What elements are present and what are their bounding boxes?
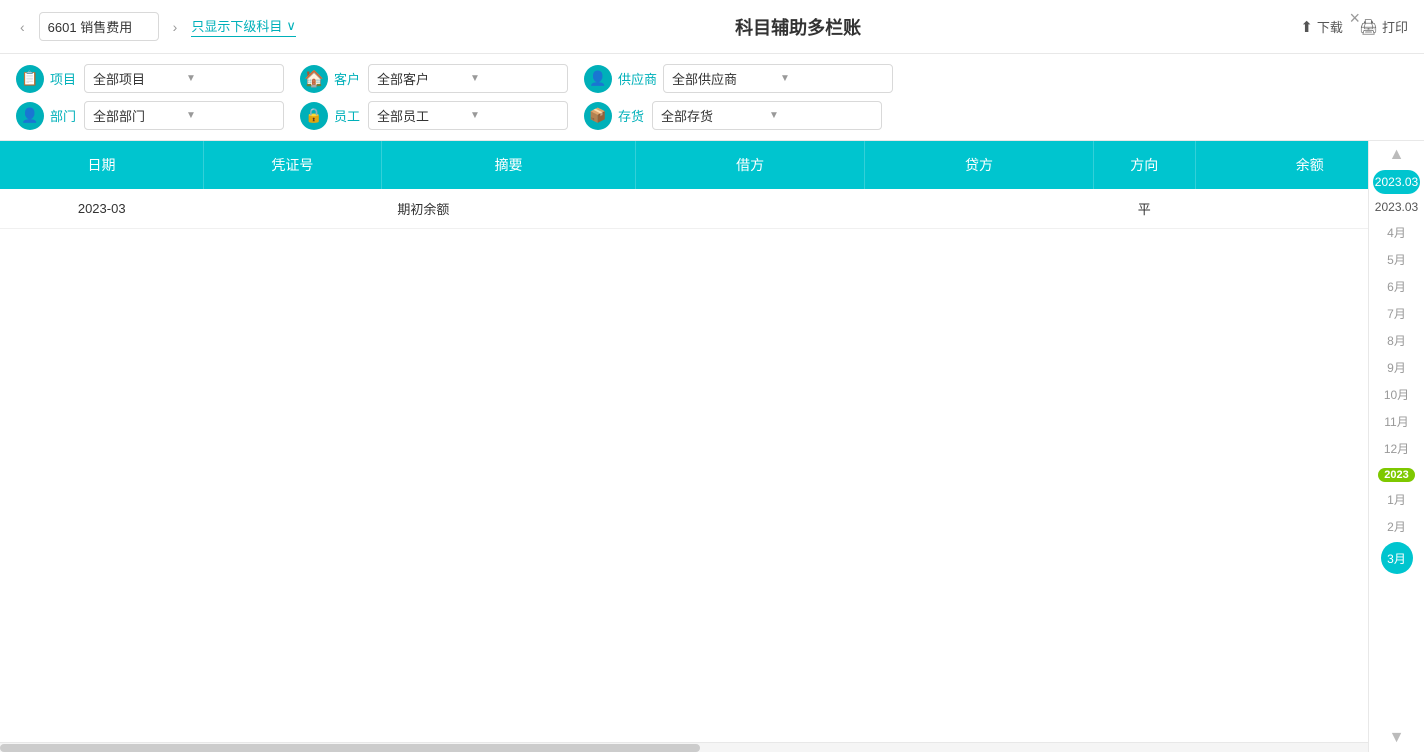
inventory-icon: 📦 <box>584 102 612 130</box>
timeline-item-2023-03-plain[interactable]: 2023.03 <box>1369 195 1424 219</box>
table-row[interactable]: 2023-03 期初余额 平 <box>0 189 1424 229</box>
timeline-year-badge[interactable]: 2023 <box>1369 462 1424 486</box>
filter-item-project: 📋 项目 全部项目 ▼ <box>16 64 284 93</box>
inventory-label: 存货 <box>618 106 646 125</box>
cell-summary: 期初余额 <box>381 189 635 229</box>
next-account-button[interactable]: › <box>169 17 182 37</box>
filter-item-customer: 🏠 客户 全部客户 ▼ <box>300 64 568 93</box>
show-sub-button[interactable]: 只显示下级科目 ∨ <box>191 16 296 37</box>
print-icon: 🖨 <box>1359 18 1378 36</box>
filter-item-employee: 🔒 员工 全部员工 ▼ <box>300 101 568 130</box>
department-label: 部门 <box>50 106 78 125</box>
project-arrow-icon: ▼ <box>186 73 275 84</box>
cell-credit <box>865 189 1094 229</box>
horizontal-scrollbar[interactable] <box>0 742 1424 752</box>
employee-arrow-icon: ▼ <box>470 110 559 121</box>
prev-account-button[interactable]: ‹ <box>16 17 29 37</box>
cell-debit <box>636 189 865 229</box>
project-icon: 📋 <box>16 65 44 93</box>
download-label: 下载 <box>1317 17 1343 36</box>
timeline-item-12[interactable]: 12月 <box>1369 435 1424 462</box>
ledger-table: 日期 凭证号 摘要 借方 贷方 方向 余额 2023-03 <box>0 141 1424 229</box>
col-date: 日期 <box>0 141 203 189</box>
account-code-box: 6601 销售费用 <box>39 12 159 41</box>
customer-select[interactable]: 全部客户 ▼ <box>368 64 568 93</box>
inventory-value: 全部存货 <box>661 106 765 125</box>
timeline-item-9[interactable]: 9月 <box>1369 354 1424 381</box>
project-select[interactable]: 全部项目 ▼ <box>84 64 284 93</box>
col-credit: 贷方 <box>865 141 1094 189</box>
employee-select[interactable]: 全部员工 ▼ <box>368 101 568 130</box>
project-label: 项目 <box>50 69 78 88</box>
col-direction: 方向 <box>1093 141 1195 189</box>
timeline-up-button[interactable]: ▲ <box>1369 141 1424 169</box>
col-voucher: 凭证号 <box>203 141 381 189</box>
department-icon: 👤 <box>16 102 44 130</box>
inventory-select[interactable]: 全部存货 ▼ <box>652 101 882 130</box>
table-container: 日期 凭证号 摘要 借方 贷方 方向 余额 2023-03 <box>0 141 1424 742</box>
customer-label: 客户 <box>334 69 362 88</box>
timeline-item-mar-active[interactable]: 3月 <box>1381 542 1413 574</box>
filter-item-supplier: 👤 供应商 全部供应商 ▼ <box>584 64 893 93</box>
employee-label: 员工 <box>334 106 362 125</box>
download-icon: ⬆ <box>1300 18 1313 36</box>
main-window: × ‹ 6601 销售费用 › 只显示下级科目 ∨ 科目辅助多栏账 ⬆ 下载 🖨… <box>0 0 1424 752</box>
timeline-item-4[interactable]: 4月 <box>1369 219 1424 246</box>
filter-area: 📋 项目 全部项目 ▼ 🏠 客户 全部客户 ▼ 👤 供应商 <box>0 54 1424 141</box>
timeline-item-6[interactable]: 6月 <box>1369 273 1424 300</box>
supplier-arrow-icon: ▼ <box>780 73 884 84</box>
inventory-arrow-icon: ▼ <box>769 110 873 121</box>
employee-value: 全部员工 <box>377 106 466 125</box>
top-bar: ‹ 6601 销售费用 › 只显示下级科目 ∨ 科目辅助多栏账 ⬆ 下载 🖨 打… <box>0 0 1424 54</box>
print-label: 打印 <box>1382 17 1408 36</box>
col-summary: 摘要 <box>381 141 635 189</box>
timeline-item-jan[interactable]: 1月 <box>1369 486 1424 513</box>
supplier-value: 全部供应商 <box>672 69 776 88</box>
employee-icon: 🔒 <box>300 102 328 130</box>
close-button[interactable]: × <box>1349 8 1360 29</box>
cell-direction: 平 <box>1093 189 1195 229</box>
timeline-item-selected-1[interactable]: 2023.03 <box>1373 170 1420 194</box>
cell-date: 2023-03 <box>0 189 203 229</box>
timeline-item-10[interactable]: 10月 <box>1369 381 1424 408</box>
timeline-item-feb[interactable]: 2月 <box>1369 513 1424 540</box>
timeline-panel: ▲ 2023.03 2023.03 4月 5月 6月 7月 8月 9月 10月 … <box>1368 141 1424 752</box>
supplier-select[interactable]: 全部供应商 ▼ <box>663 64 893 93</box>
filter-row-2: 👤 部门 全部部门 ▼ 🔒 员工 全部员工 ▼ 📦 存货 <box>16 101 1408 130</box>
customer-arrow-icon: ▼ <box>470 73 559 84</box>
print-button[interactable]: 🖨 打印 <box>1359 17 1408 36</box>
timeline-item-11[interactable]: 11月 <box>1369 408 1424 435</box>
filter-item-inventory: 📦 存货 全部存货 ▼ <box>584 101 882 130</box>
customer-value: 全部客户 <box>377 69 466 88</box>
year-badge-text: 2023 <box>1378 468 1414 482</box>
table-header-row: 日期 凭证号 摘要 借方 贷方 方向 余额 <box>0 141 1424 189</box>
timeline-item-5[interactable]: 5月 <box>1369 246 1424 273</box>
filter-row-1: 📋 项目 全部项目 ▼ 🏠 客户 全部客户 ▼ 👤 供应商 <box>16 64 1408 93</box>
timeline-item-7[interactable]: 7月 <box>1369 300 1424 327</box>
department-select[interactable]: 全部部门 ▼ <box>84 101 284 130</box>
cell-voucher <box>203 189 381 229</box>
col-debit: 借方 <box>636 141 865 189</box>
department-arrow-icon: ▼ <box>186 110 275 121</box>
timeline-mar-label: 3月 <box>1387 550 1406 567</box>
show-sub-label: 只显示下级科目 <box>191 16 282 35</box>
chevron-down-icon: ∨ <box>286 18 296 34</box>
supplier-label: 供应商 <box>618 69 657 88</box>
customer-icon: 🏠 <box>300 65 328 93</box>
supplier-icon: 👤 <box>584 65 612 93</box>
scrollbar-thumb <box>0 744 700 752</box>
page-title: 科目辅助多栏账 <box>306 14 1290 40</box>
timeline-down-button[interactable]: ▼ <box>1369 724 1424 752</box>
department-value: 全部部门 <box>93 106 182 125</box>
filter-item-department: 👤 部门 全部部门 ▼ <box>16 101 284 130</box>
project-value: 全部项目 <box>93 69 182 88</box>
timeline-item-8[interactable]: 8月 <box>1369 327 1424 354</box>
download-button[interactable]: ⬆ 下载 <box>1300 17 1343 36</box>
